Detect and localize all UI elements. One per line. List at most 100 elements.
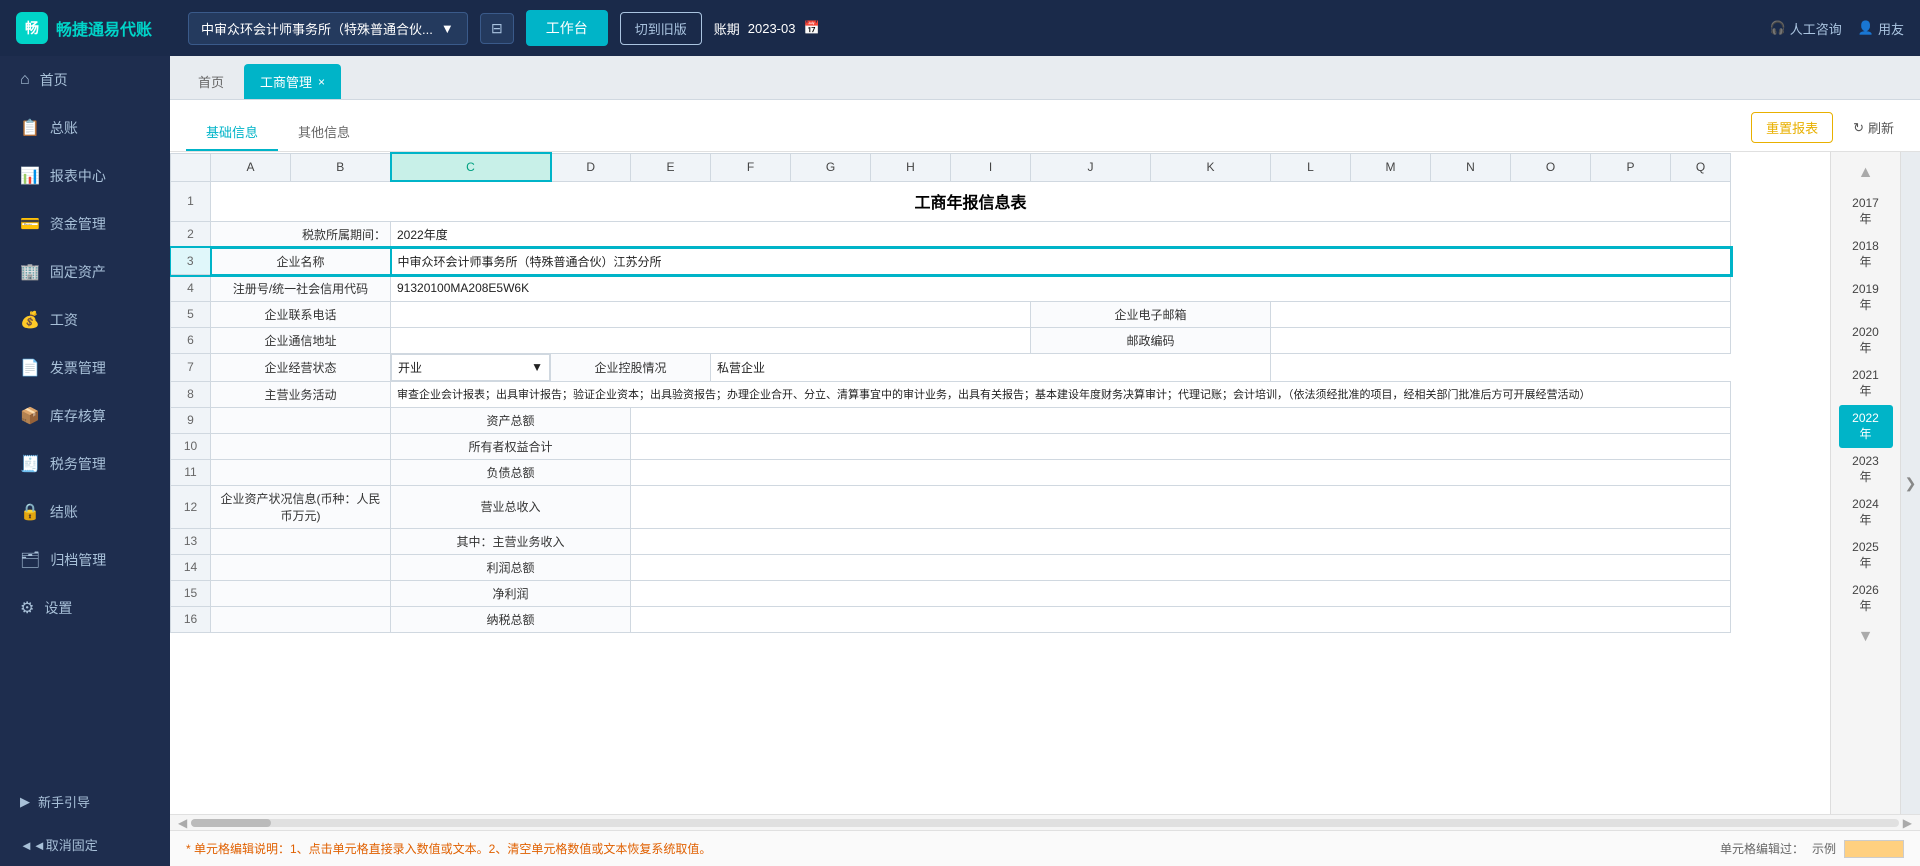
reports-icon: 📊 bbox=[20, 166, 40, 186]
tab-home[interactable]: 首页 bbox=[182, 64, 240, 99]
tab-industrial-commerce[interactable]: 工商管理 × bbox=[244, 64, 341, 99]
copy-icon: ⊟ bbox=[491, 20, 503, 37]
right-data-cell[interactable] bbox=[1271, 327, 1731, 353]
col-q-header: Q bbox=[1671, 153, 1731, 181]
table-row: 7 企业经营状态 开业 ▼ 企业控股情况 私营企业 bbox=[171, 353, 1731, 381]
spreadsheet-main[interactable]: A B C D E F G H I J K L bbox=[170, 152, 1830, 814]
tax-icon: 🧾 bbox=[20, 454, 40, 474]
horizontal-scrollbar[interactable]: ◀ ▶ bbox=[170, 814, 1920, 830]
right-data-cell[interactable]: 私营企业 bbox=[711, 353, 1271, 381]
sidebar-item-close[interactable]: 🔒结账 bbox=[0, 488, 170, 536]
year-button-2018年[interactable]: 2018年 bbox=[1839, 233, 1893, 276]
year-button-2017年[interactable]: 2017年 bbox=[1839, 190, 1893, 233]
scroll-thumb[interactable] bbox=[191, 819, 271, 827]
collapse-panel[interactable]: ❯ bbox=[1900, 152, 1920, 814]
reset-report-button[interactable]: 重置报表 bbox=[1751, 112, 1833, 143]
year-nav-down-button[interactable]: ▼ bbox=[1854, 624, 1878, 650]
data-cell[interactable] bbox=[391, 327, 1031, 353]
sidebar-item-ledger[interactable]: 📋总账 bbox=[0, 104, 170, 152]
right-data-cell[interactable] bbox=[1271, 301, 1731, 327]
sidebar-item-archive[interactable]: 🗂归档管理 bbox=[0, 536, 170, 584]
data-cell[interactable]: 2022年度 bbox=[391, 221, 1731, 248]
sidebar-item-settings[interactable]: ⚙设置 bbox=[0, 584, 170, 632]
main-panel: 基础信息 其他信息 重置报表 ↻ 刷新 bbox=[170, 100, 1920, 866]
scroll-left-icon[interactable]: ◀ bbox=[174, 816, 191, 830]
year-button-2019年[interactable]: 2019年 bbox=[1839, 276, 1893, 319]
table-row: 14 利润总额 bbox=[171, 554, 1731, 580]
year-button-2021年[interactable]: 2021年 bbox=[1839, 362, 1893, 405]
data-cell[interactable] bbox=[631, 433, 1731, 459]
scroll-right-icon[interactable]: ▶ bbox=[1899, 816, 1916, 830]
data-cell[interactable] bbox=[631, 528, 1731, 554]
copy-icon-btn[interactable]: ⊟ bbox=[480, 13, 514, 44]
sub-tab-basic-info[interactable]: 基础信息 bbox=[186, 114, 278, 151]
row-num: 15 bbox=[171, 580, 211, 606]
sidebar-item-tax[interactable]: 🧾税务管理 bbox=[0, 440, 170, 488]
invoice-icon: 📄 bbox=[20, 358, 40, 378]
company-selector[interactable]: 中审众环会计师事务所（特殊普通合伙... ▼ bbox=[188, 12, 468, 45]
col-b-header: B bbox=[291, 153, 391, 181]
spreadsheet-container: A B C D E F G H I J K L bbox=[170, 152, 1920, 814]
sidebar-item-finance[interactable]: 💳资金管理 bbox=[0, 200, 170, 248]
row-num: 6 bbox=[171, 327, 211, 353]
scroll-track[interactable] bbox=[191, 819, 1899, 827]
sidebar-item-invoice[interactable]: 📄 发票管理 bbox=[0, 344, 170, 392]
sidebar-item-inventory[interactable]: 📦库存核算 bbox=[0, 392, 170, 440]
calendar-icon[interactable]: 📅 bbox=[803, 20, 819, 36]
table-row[interactable]: 3 企业名称 中审众环会计师事务所（特殊普通合伙）江苏分所 bbox=[171, 248, 1731, 275]
cancel-pin-label: ◄◄取消固定 bbox=[20, 835, 98, 854]
sidebar-item-payroll[interactable]: 💰工资 bbox=[0, 296, 170, 344]
year-button-2022年[interactable]: 2022年 bbox=[1839, 405, 1893, 448]
data-cell[interactable]: 91320100MA208E5W6K bbox=[391, 275, 1731, 302]
title-cell: 工商年报信息表 bbox=[211, 181, 1731, 221]
row-num-header bbox=[171, 153, 211, 181]
service-btn[interactable]: 🎧 人工咨询 bbox=[1770, 19, 1842, 38]
data-cell[interactable] bbox=[631, 485, 1731, 528]
data-cell[interactable]: 审查企业会计报表；出具审计报告；验证企业资本；出具验资报告；办理企业合开、分立、… bbox=[391, 381, 1731, 407]
sidebar-item-assets[interactable]: 🏢固定资产 bbox=[0, 248, 170, 296]
new-user-label: 新手引导 bbox=[38, 792, 90, 811]
row-num: 2 bbox=[171, 221, 211, 248]
sidebar-item-label-invoice: 发票管理 bbox=[50, 358, 106, 378]
user-icon: 👤 bbox=[1858, 20, 1874, 36]
home-icon: ⌂ bbox=[20, 71, 30, 89]
col-d-header: D bbox=[551, 153, 631, 181]
settings-icon: ⚙ bbox=[20, 598, 34, 618]
workbench-button[interactable]: 工作台 bbox=[526, 10, 608, 46]
label-cell bbox=[211, 433, 391, 459]
data-cell[interactable] bbox=[631, 580, 1731, 606]
tab-close-icon[interactable]: × bbox=[318, 75, 325, 89]
label-cell: 主营业务活动 bbox=[211, 381, 391, 407]
data-cell[interactable] bbox=[631, 459, 1731, 485]
data-cell[interactable]: 开业 ▼ bbox=[391, 354, 550, 381]
refresh-button[interactable]: ↻ 刷新 bbox=[1843, 113, 1904, 142]
year-button-2025年[interactable]: 2025年 bbox=[1839, 534, 1893, 577]
year-button-2024年[interactable]: 2024年 bbox=[1839, 491, 1893, 534]
data-cell[interactable] bbox=[631, 407, 1731, 433]
year-nav-up-button[interactable]: ▲ bbox=[1854, 160, 1878, 186]
data-cell[interactable] bbox=[631, 554, 1731, 580]
label-cell: 企业资产状况信息(币种：人民币万元) bbox=[211, 485, 391, 528]
sub-tab-other-info[interactable]: 其他信息 bbox=[278, 114, 370, 151]
sub-label-cell: 营业总收入 bbox=[391, 485, 631, 528]
data-cell[interactable] bbox=[631, 606, 1731, 632]
year-button-2020年[interactable]: 2020年 bbox=[1839, 319, 1893, 362]
table-row: 2 税款所属期间： 2022年度 bbox=[171, 221, 1731, 248]
content-area: 首页 工商管理 × 基础信息 其他信息 重置报表 ↻ 刷新 bbox=[170, 56, 1920, 866]
user-btn[interactable]: 👤 用友 bbox=[1858, 19, 1904, 38]
data-cell[interactable] bbox=[391, 301, 1031, 327]
table-row: 5 企业联系电话 企业电子邮箱 bbox=[171, 301, 1731, 327]
year-button-2026年[interactable]: 2026年 bbox=[1839, 577, 1893, 620]
refresh-label: 刷新 bbox=[1868, 118, 1894, 137]
sidebar-item-home[interactable]: ⌂首页 bbox=[0, 56, 170, 104]
sidebar-item-new-user[interactable]: ▶ 新手引导 bbox=[0, 780, 170, 823]
table-row: 16 纳税总额 bbox=[171, 606, 1731, 632]
sidebar-cancel-pin[interactable]: ◄◄取消固定 bbox=[0, 823, 170, 866]
label-cell: 税款所属期间： bbox=[211, 221, 391, 248]
dropdown-icon[interactable]: ▼ bbox=[531, 360, 543, 374]
year-button-2023年[interactable]: 2023年 bbox=[1839, 448, 1893, 491]
switch-version-button[interactable]: 切到旧版 bbox=[620, 12, 702, 45]
sidebar-item-reports[interactable]: 📊报表中心 bbox=[0, 152, 170, 200]
sub-label-cell: 纳税总额 bbox=[391, 606, 631, 632]
data-cell[interactable]: 中审众环会计师事务所（特殊普通合伙）江苏分所 bbox=[391, 248, 1731, 275]
